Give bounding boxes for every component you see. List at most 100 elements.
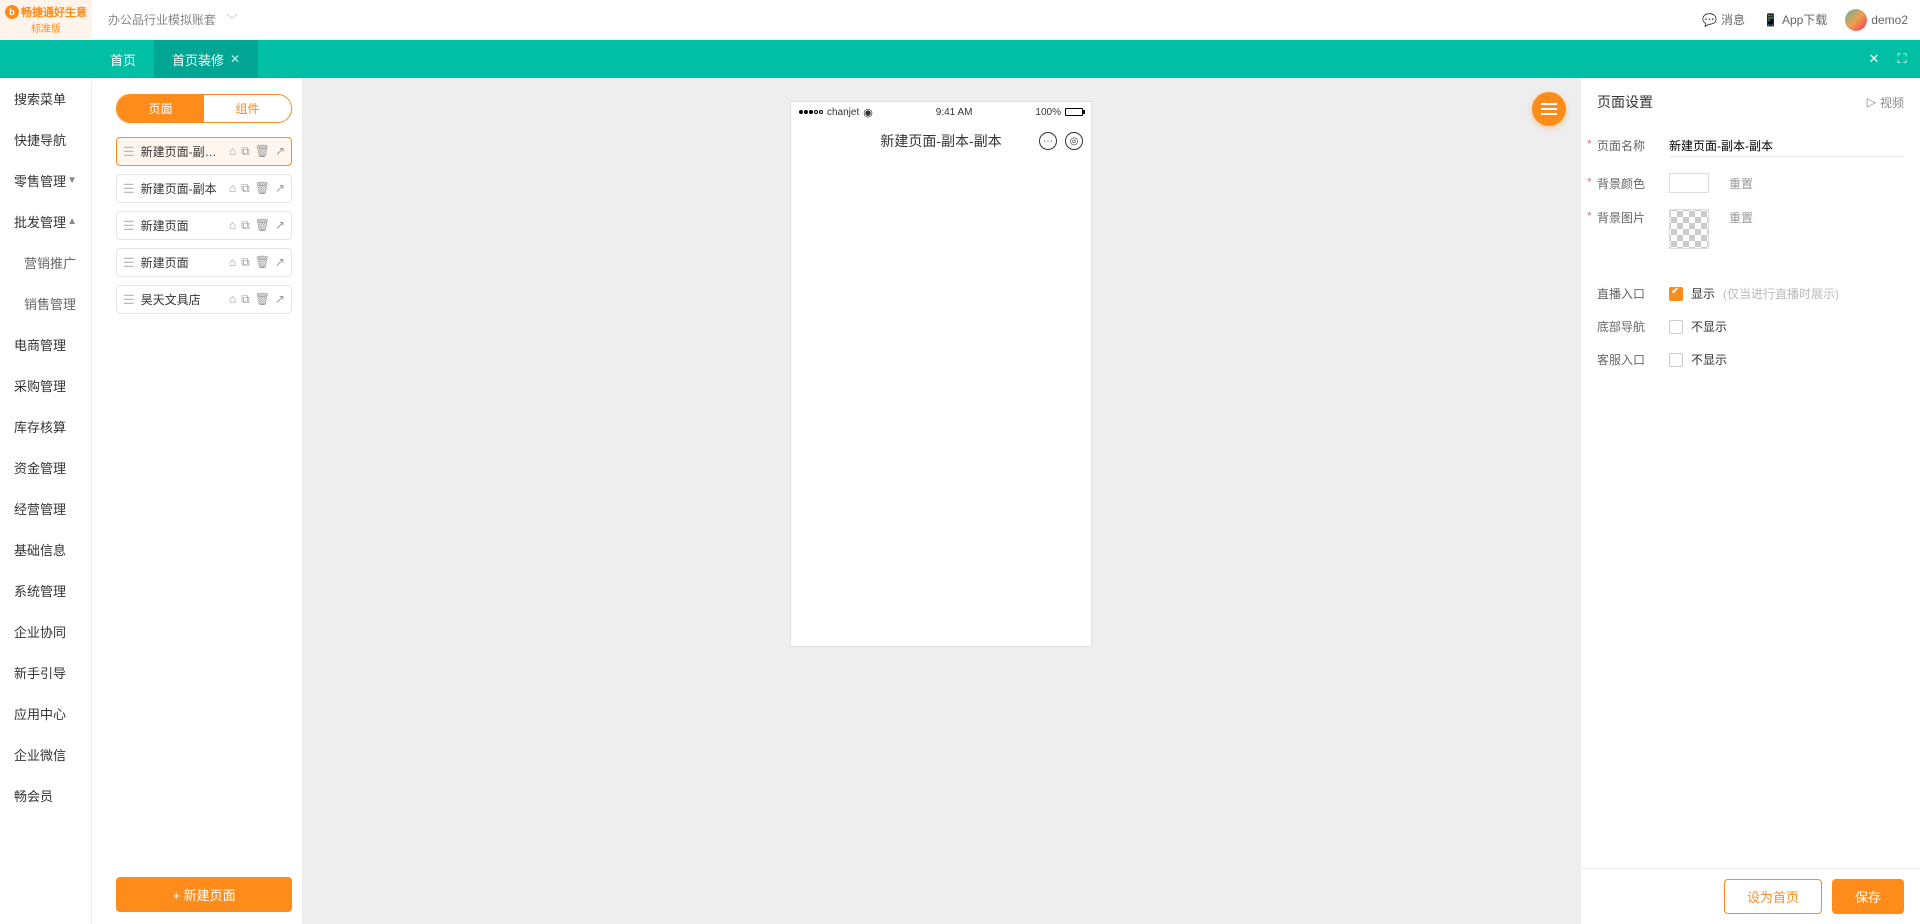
external-icon[interactable]: ↗ <box>275 255 285 270</box>
page-item-name: 新建页面 <box>141 217 223 234</box>
page-item[interactable]: ☰ 新建页面 ⌂ ⧉ 🗑 ↗ <box>116 248 292 277</box>
chevron-down-icon: ﹀ <box>226 11 238 28</box>
tab-decoration[interactable]: 首页装修 ✕ <box>154 40 258 78</box>
copy-icon[interactable]: ⧉ <box>241 181 250 196</box>
nav-search-menu[interactable]: 搜索菜单 <box>0 78 91 119</box>
cs-checkbox[interactable] <box>1669 353 1683 367</box>
caret-down-icon: ▼ <box>67 175 77 186</box>
cs-label: 客服入口 <box>1597 351 1657 368</box>
page-item-name: 昊天文具店 <box>141 291 223 308</box>
nav-quick-nav[interactable]: 快捷导航 <box>0 119 91 160</box>
page-item[interactable]: ☰ 昊天文具店 ⌂ ⧉ 🗑 ↗ <box>116 285 292 314</box>
messages-button[interactable]: 💬 消息 <box>1702 11 1745 28</box>
nav-wholesale[interactable]: 批发管理▲ <box>0 201 91 242</box>
external-icon[interactable]: ↗ <box>275 144 285 159</box>
page-component-toggle: 页面 组件 <box>116 94 292 123</box>
add-page-button[interactable]: + 新建页面 <box>116 877 292 912</box>
settings-title: 页面设置 <box>1597 92 1653 112</box>
settings-panel: 页面设置 ▷ 视频 页面名称 背景颜色 重置 背景图片 <box>1580 78 1920 924</box>
external-icon[interactable]: ↗ <box>275 181 285 196</box>
side-nav: 搜索菜单 快捷导航 零售管理▼ 批发管理▲ 营销推广 销售管理 电商管理 采购管… <box>0 78 92 924</box>
delete-icon[interactable]: 🗑 <box>255 144 270 159</box>
nav-marketing-promo[interactable]: 营销推广 <box>0 242 91 283</box>
fullscreen-icon[interactable]: ⛶ <box>1888 40 1916 78</box>
set-home-button[interactable]: 设为首页 <box>1724 879 1822 914</box>
message-icon: 💬 <box>1702 13 1717 27</box>
bg-color-label: 背景颜色 <box>1597 175 1657 192</box>
toggle-pages[interactable]: 页面 <box>117 95 204 122</box>
store-selector[interactable]: 办公品行业模拟账套 ﹀ <box>108 11 1702 28</box>
page-name-label: 页面名称 <box>1597 137 1657 154</box>
tab-bar: 首页 首页装修 ✕ ✕ ⛶ <box>0 40 1920 78</box>
nav-sales-mgmt[interactable]: 销售管理 <box>0 283 91 324</box>
delete-icon[interactable]: 🗑 <box>255 218 270 233</box>
home-icon[interactable]: ⌂ <box>229 144 236 159</box>
nav-purchase[interactable]: 采购管理 <box>0 365 91 406</box>
layers-button[interactable] <box>1532 92 1566 126</box>
page-item[interactable]: ☰ 新建页面-副本 ⌂ ⧉ 🗑 ↗ <box>116 174 292 203</box>
nav-system[interactable]: 系统管理 <box>0 570 91 611</box>
save-button[interactable]: 保存 <box>1832 879 1904 914</box>
app-download-button[interactable]: 📱 App下载 <box>1763 11 1827 28</box>
page-item[interactable]: ☰ 新建页面 ⌂ ⧉ 🗑 ↗ <box>116 211 292 240</box>
nav-inventory[interactable]: 库存核算 <box>0 406 91 447</box>
page-item[interactable]: ☰ 新建页面-副本... ⌂ ⧉ 🗑 ↗ <box>116 137 292 166</box>
live-hint: (仅当进行直播时展示) <box>1723 285 1839 302</box>
avatar <box>1845 9 1867 31</box>
canvas: chanjet ◉ 9:41 AM 100% 新建页面-副本-副本 ⋯ ◎ <box>302 78 1580 924</box>
bottom-nav-text: 不显示 <box>1691 318 1727 335</box>
copy-icon[interactable]: ⧉ <box>241 144 250 159</box>
toggle-components[interactable]: 组件 <box>204 95 291 122</box>
page-item-name: 新建页面-副本... <box>141 143 223 160</box>
home-icon[interactable]: ⌂ <box>229 218 236 233</box>
bg-image-reset[interactable]: 重置 <box>1729 209 1753 226</box>
drag-handle-icon[interactable]: ☰ <box>123 181 135 197</box>
home-icon[interactable]: ⌂ <box>229 255 236 270</box>
nav-app-center[interactable]: 应用中心 <box>0 693 91 734</box>
nav-basic-info[interactable]: 基础信息 <box>0 529 91 570</box>
bottom-nav-checkbox[interactable] <box>1669 320 1683 334</box>
more-icon[interactable]: ⋯ <box>1039 132 1057 150</box>
bg-color-swatch[interactable] <box>1669 173 1709 193</box>
nav-retail[interactable]: 零售管理▼ <box>0 160 91 201</box>
drag-handle-icon[interactable]: ☰ <box>123 144 135 160</box>
tab-home[interactable]: 首页 <box>92 40 154 78</box>
home-icon[interactable]: ⌂ <box>229 292 236 307</box>
nav-funds[interactable]: 资金管理 <box>0 447 91 488</box>
target-icon[interactable]: ◎ <box>1065 132 1083 150</box>
delete-icon[interactable]: 🗑 <box>255 181 270 196</box>
page-item-name: 新建页面-副本 <box>141 180 223 197</box>
copy-icon[interactable]: ⧉ <box>241 255 250 270</box>
drag-handle-icon[interactable]: ☰ <box>123 218 135 234</box>
nav-member[interactable]: 畅会员 <box>0 775 91 816</box>
page-name-input[interactable] <box>1669 134 1904 157</box>
nav-collab[interactable]: 企业协同 <box>0 611 91 652</box>
copy-icon[interactable]: ⧉ <box>241 218 250 233</box>
external-icon[interactable]: ↗ <box>275 218 285 233</box>
play-icon: ▷ <box>1867 95 1876 109</box>
drag-handle-icon[interactable]: ☰ <box>123 292 135 308</box>
user-menu[interactable]: demo2 <box>1845 9 1908 31</box>
nav-operations[interactable]: 经营管理 <box>0 488 91 529</box>
external-icon[interactable]: ↗ <box>275 292 285 307</box>
video-link[interactable]: ▷ 视频 <box>1867 94 1904 111</box>
delete-icon[interactable]: 🗑 <box>255 255 270 270</box>
phone-icon: 📱 <box>1763 13 1778 27</box>
live-checkbox[interactable] <box>1669 287 1683 301</box>
bg-image-picker[interactable] <box>1669 209 1709 249</box>
drag-handle-icon[interactable]: ☰ <box>123 255 135 271</box>
battery-icon <box>1065 108 1083 116</box>
phone-preview: chanjet ◉ 9:41 AM 100% 新建页面-副本-副本 ⋯ ◎ <box>791 102 1091 646</box>
close-all-icon[interactable]: ✕ <box>1860 40 1888 78</box>
logo[interactable]: b 畅捷通好生意 标准版 <box>0 0 92 40</box>
bg-color-reset[interactable]: 重置 <box>1729 175 1753 192</box>
nav-wechat-work[interactable]: 企业微信 <box>0 734 91 775</box>
nav-guide[interactable]: 新手引导 <box>0 652 91 693</box>
home-icon[interactable]: ⌂ <box>229 181 236 196</box>
nav-ecommerce[interactable]: 电商管理 <box>0 324 91 365</box>
copy-icon[interactable]: ⧉ <box>241 292 250 307</box>
delete-icon[interactable]: 🗑 <box>255 292 270 307</box>
close-icon[interactable]: ✕ <box>230 52 240 66</box>
page-panel: 页面 组件 ☰ 新建页面-副本... ⌂ ⧉ 🗑 ↗ ☰ 新建页面-副本 <box>92 78 302 924</box>
live-label: 直播入口 <box>1597 285 1657 302</box>
